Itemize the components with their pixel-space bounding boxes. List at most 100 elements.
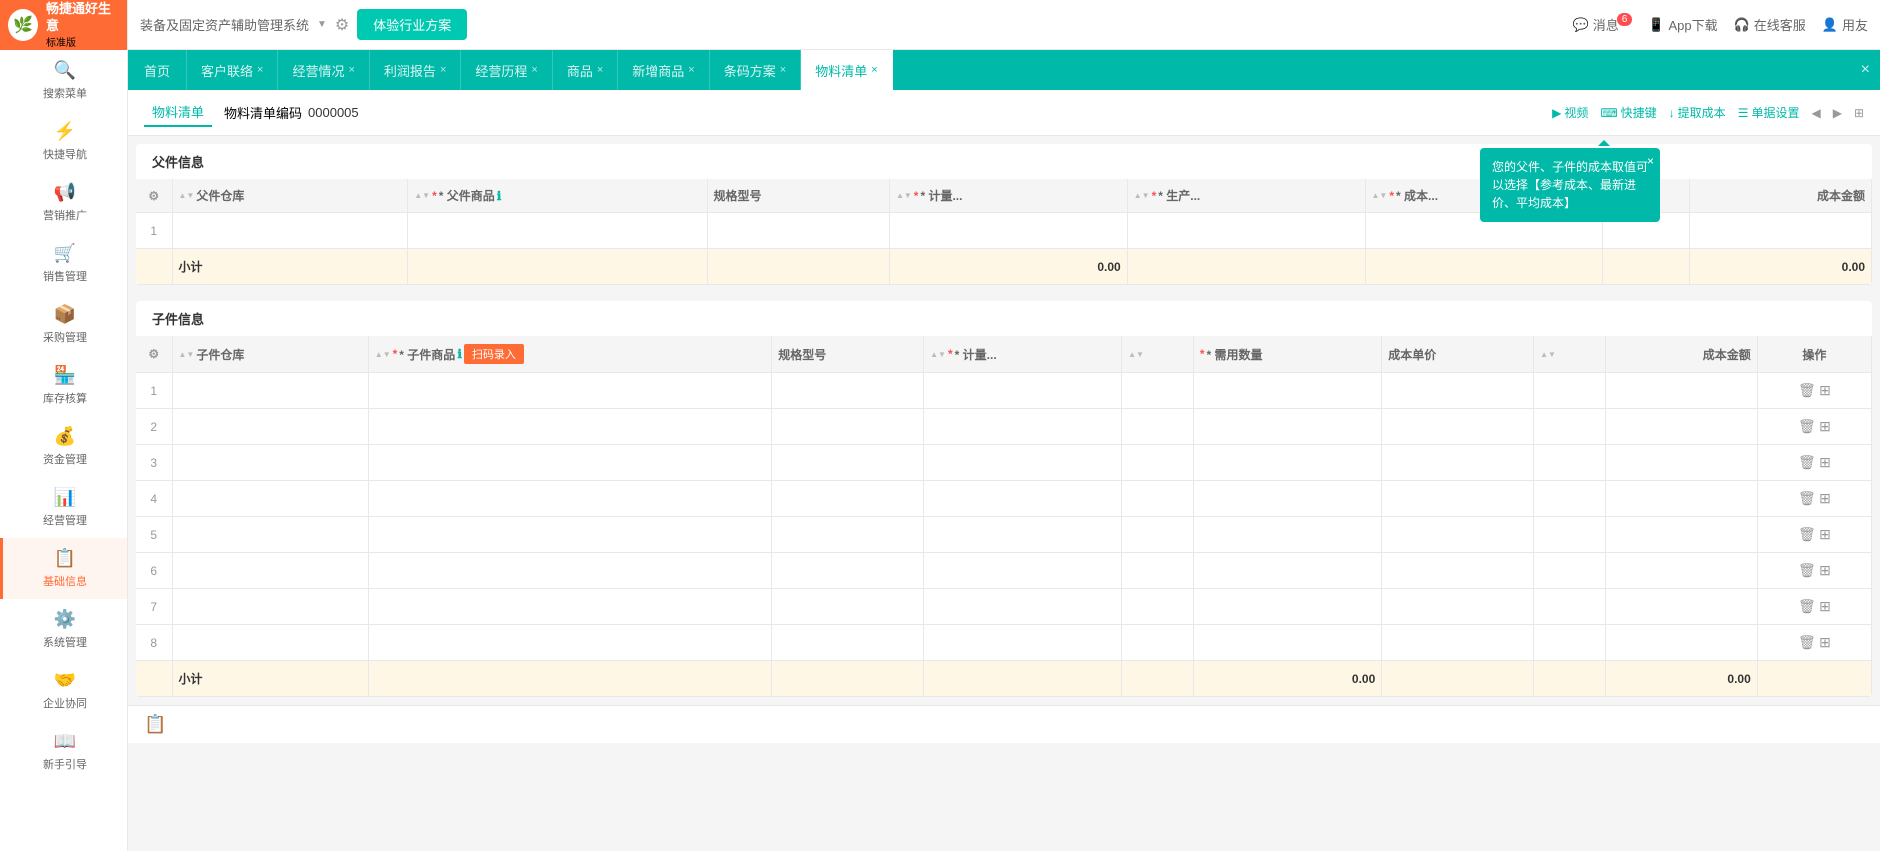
tab-operation-status[interactable]: 经营情况 × — [278, 50, 369, 90]
sidebar-item-sales[interactable]: 🛒 销售管理 — [0, 233, 127, 294]
sidebar-item-purchase[interactable]: 📦 采购管理 — [0, 294, 127, 355]
child-row-7-unit-cost[interactable] — [1382, 589, 1534, 625]
delete-icon-7[interactable]: 🗑 — [1798, 598, 1816, 614]
action-view[interactable]: ▶ 视频 — [1552, 104, 1588, 121]
child-row-5-warehouse[interactable] — [172, 517, 368, 553]
tab-product-close[interactable]: × — [597, 64, 603, 76]
child-row-2-unit[interactable] — [924, 409, 1122, 445]
topbar-message[interactable]: 💬 消息 6 — [1573, 15, 1633, 34]
delete-icon-4[interactable]: 🗑 — [1798, 490, 1816, 506]
tab-operation-history-close[interactable]: × — [531, 64, 537, 76]
parent-th-gear[interactable]: ⚙ — [136, 179, 172, 213]
trial-btn[interactable]: 体验行业方案 — [357, 9, 467, 40]
sidebar-item-cooperation[interactable]: 🤝 企业协同 — [0, 660, 127, 721]
copy-icon-3[interactable]: ⊞ — [1819, 454, 1831, 470]
scan-button[interactable]: 扫码录入 — [464, 344, 524, 364]
expand-icon[interactable]: ⊞ — [1854, 106, 1864, 120]
parent-row-unit[interactable] — [889, 213, 1127, 249]
tab-new-product[interactable]: 新增商品 × — [618, 50, 709, 90]
child-row-7-product[interactable] — [368, 589, 771, 625]
tab-operation-status-close[interactable]: × — [348, 64, 354, 76]
tab-barcode-plan-close[interactable]: × — [780, 64, 786, 76]
tab-operation-history[interactable]: 经营历程 × — [461, 50, 552, 90]
child-row-6-product[interactable] — [368, 553, 771, 589]
child-row-2-qty[interactable] — [1193, 409, 1381, 445]
sidebar-item-guide[interactable]: 📖 新手引导 — [0, 721, 127, 782]
copy-icon-5[interactable]: ⊞ — [1819, 526, 1831, 542]
child-row-6-unit-cost[interactable] — [1382, 553, 1534, 589]
child-row-4-unit-cost[interactable] — [1382, 481, 1534, 517]
tab-customer-close[interactable]: × — [257, 64, 263, 76]
delete-icon-8[interactable]: 🗑 — [1798, 634, 1816, 650]
delete-icon-1[interactable]: 🗑 — [1798, 382, 1816, 398]
child-row-5-qty[interactable] — [1193, 517, 1381, 553]
child-row-8-spec[interactable] — [772, 625, 924, 661]
tab-profit-report-close[interactable]: × — [440, 64, 446, 76]
child-row-4-warehouse[interactable] — [172, 481, 368, 517]
child-row-8-qty[interactable] — [1193, 625, 1381, 661]
child-row-2-unit-cost[interactable] — [1382, 409, 1534, 445]
tab-profit-report[interactable]: 利润报告 × — [370, 50, 461, 90]
child-row-6-spec[interactable] — [772, 553, 924, 589]
action-extract-cost[interactable]: ↓ 提取成本 — [1669, 104, 1726, 121]
copy-icon-2[interactable]: ⊞ — [1819, 418, 1831, 434]
child-row-8-warehouse[interactable] — [172, 625, 368, 661]
delete-icon-3[interactable]: 🗑 — [1798, 454, 1816, 470]
tab-bom-list-close[interactable]: × — [871, 64, 877, 76]
child-row-4-unit[interactable] — [924, 481, 1122, 517]
child-row-1-unit[interactable] — [924, 373, 1122, 409]
child-row-7-unit[interactable] — [924, 589, 1122, 625]
nav-prev-icon[interactable]: ◀ — [1811, 106, 1820, 120]
parent-row-product[interactable] — [408, 213, 707, 249]
parent-row-production[interactable] — [1127, 213, 1365, 249]
topbar-gear-icon[interactable]: ⚙ — [335, 15, 349, 35]
delete-icon-6[interactable]: 🗑 — [1798, 562, 1816, 578]
topbar-dropdown-arrow[interactable]: ▼ — [317, 19, 327, 30]
delete-icon-2[interactable]: 🗑 — [1798, 418, 1816, 434]
delete-icon-5[interactable]: 🗑 — [1798, 526, 1816, 542]
child-row-5-unit[interactable] — [924, 517, 1122, 553]
sidebar-item-quick-nav[interactable]: ⚡ 快捷导航 — [0, 111, 127, 172]
sidebar-item-marketing[interactable]: 📢 营销推广 — [0, 172, 127, 233]
sidebar-item-search[interactable]: 🔍 搜索菜单 — [0, 50, 127, 111]
child-row-6-qty[interactable] — [1193, 553, 1381, 589]
child-row-6-warehouse[interactable] — [172, 553, 368, 589]
topbar-app-download[interactable]: 📱 App下载 — [1648, 15, 1717, 34]
tab-new-product-close[interactable]: × — [688, 64, 694, 76]
sidebar-item-inventory[interactable]: 🏪 库存核算 — [0, 355, 127, 416]
tab-home[interactable]: 首页 — [128, 50, 187, 90]
sidebar-item-finance[interactable]: 💰 资金管理 — [0, 416, 127, 477]
nav-next-icon[interactable]: ▶ — [1833, 106, 1842, 120]
child-row-3-product[interactable] — [368, 445, 771, 481]
sidebar-item-operation[interactable]: 📊 经营管理 — [0, 477, 127, 538]
tab-customer[interactable]: 客户联络 × — [187, 50, 278, 90]
child-row-1-unit-cost[interactable] — [1382, 373, 1534, 409]
copy-icon-8[interactable]: ⊞ — [1819, 634, 1831, 650]
child-row-3-qty[interactable] — [1193, 445, 1381, 481]
child-row-3-spec[interactable] — [772, 445, 924, 481]
child-row-2-warehouse[interactable] — [172, 409, 368, 445]
child-row-3-unit-cost[interactable] — [1382, 445, 1534, 481]
child-row-1-product[interactable] — [368, 373, 771, 409]
child-row-7-spec[interactable] — [772, 589, 924, 625]
child-row-5-unit-cost[interactable] — [1382, 517, 1534, 553]
child-row-4-spec[interactable] — [772, 481, 924, 517]
child-row-2-spec[interactable] — [772, 409, 924, 445]
sidebar-item-basic-info[interactable]: 📋 基础信息 — [0, 538, 127, 599]
nav-close-all[interactable]: × — [1851, 61, 1880, 79]
child-row-8-product[interactable] — [368, 625, 771, 661]
tab-bom-list[interactable]: 物料清单 × — [801, 50, 892, 90]
child-row-1-warehouse[interactable] — [172, 373, 368, 409]
child-row-4-qty[interactable] — [1193, 481, 1381, 517]
action-single-settings[interactable]: ☰ 单据设置 — [1738, 104, 1800, 121]
topbar-user[interactable]: 👤 用友 — [1822, 15, 1868, 34]
child-row-7-qty[interactable] — [1193, 589, 1381, 625]
parent-row-spec[interactable] — [707, 213, 889, 249]
topbar-online-service[interactable]: 🎧 在线客服 — [1734, 15, 1806, 34]
child-row-5-product[interactable] — [368, 517, 771, 553]
tab-barcode-plan[interactable]: 条码方案 × — [710, 50, 801, 90]
child-row-8-unit[interactable] — [924, 625, 1122, 661]
child-row-1-spec[interactable] — [772, 373, 924, 409]
copy-icon-4[interactable]: ⊞ — [1819, 490, 1831, 506]
sidebar-item-system[interactable]: ⚙️ 系统管理 — [0, 599, 127, 660]
